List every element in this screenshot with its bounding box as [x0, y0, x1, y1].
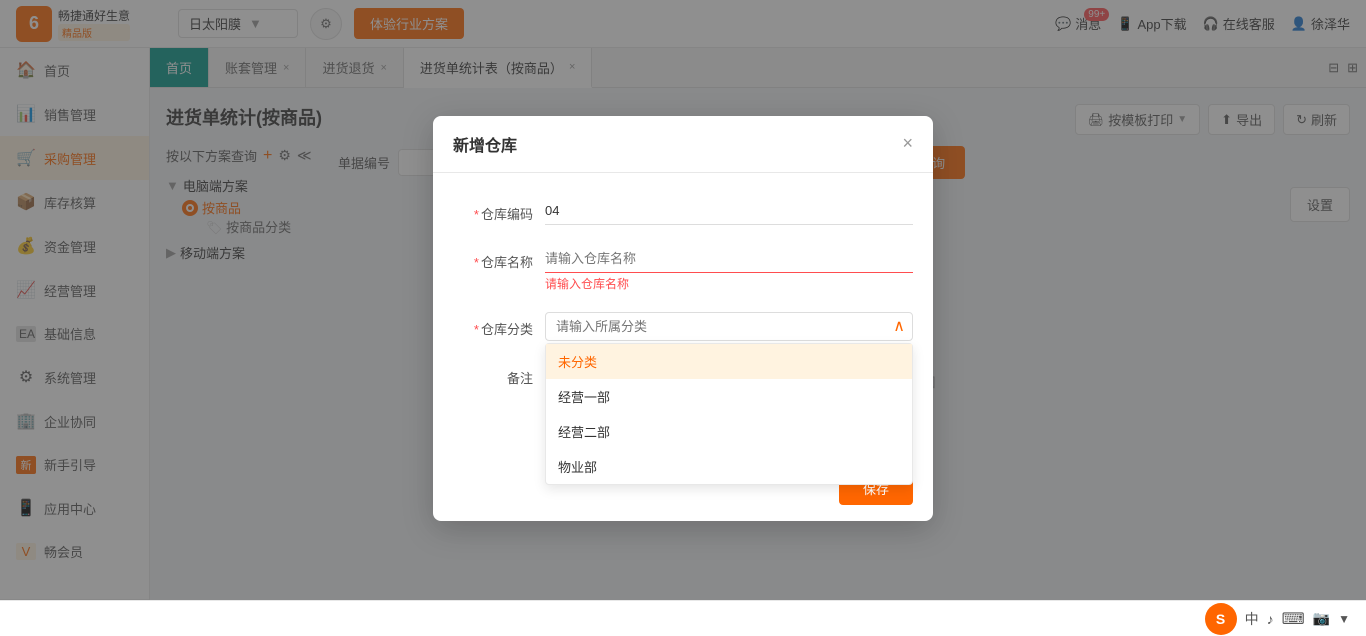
form-row-category: 仓库分类 ∧ 未分类 经营一部 经营二部 物业部	[453, 312, 913, 341]
category-field: ∧ 未分类 经营一部 经营二部 物业部	[545, 312, 913, 341]
note-label: 备注	[453, 361, 533, 387]
category-dropdown: 未分类 经营一部 经营二部 物业部	[545, 343, 913, 485]
bottom-icons: S 中 ♪ ⌨ 📷 ▼	[1205, 603, 1350, 635]
dialog-header: 新增仓库 ×	[433, 116, 933, 173]
category-label: 仓库分类	[453, 312, 533, 338]
category-input[interactable]	[545, 312, 913, 341]
dropdown-item-unclassified[interactable]: 未分类	[546, 344, 912, 379]
camera-icon[interactable]: 📷	[1313, 610, 1330, 627]
bottom-bar: S 中 ♪ ⌨ 📷 ▼	[0, 600, 1366, 636]
dialog-container: 新增仓库 × 仓库编码 仓库名称 请输入仓库名称 仓库分类	[0, 0, 1366, 636]
chinese-input-icon[interactable]: 中	[1245, 609, 1259, 629]
dropdown-item-property[interactable]: 物业部	[546, 449, 912, 484]
name-field: 请输入仓库名称	[545, 245, 913, 292]
new-warehouse-dialog: 新增仓库 × 仓库编码 仓库名称 请输入仓库名称 仓库分类	[433, 116, 933, 521]
code-field	[545, 197, 913, 225]
dialog-title: 新增仓库	[453, 132, 517, 156]
dialog-body: 仓库编码 仓库名称 请输入仓库名称 仓库分类 ∧	[433, 173, 933, 460]
name-error-msg: 请输入仓库名称	[545, 275, 913, 292]
dropdown-item-dept1[interactable]: 经营一部	[546, 379, 912, 414]
form-row-name: 仓库名称 请输入仓库名称	[453, 245, 913, 292]
dropdown-item-dept2[interactable]: 经营二部	[546, 414, 912, 449]
s-logo: S	[1205, 603, 1237, 635]
name-input[interactable]	[545, 245, 913, 273]
music-icon[interactable]: ♪	[1267, 611, 1274, 627]
arrow-down-icon[interactable]: ▼	[1338, 612, 1350, 626]
code-input[interactable]	[545, 197, 913, 225]
code-label: 仓库编码	[453, 197, 533, 223]
dialog-close-button[interactable]: ×	[902, 133, 913, 154]
keyboard-icon[interactable]: ⌨	[1282, 609, 1305, 629]
name-label: 仓库名称	[453, 245, 533, 271]
form-row-code: 仓库编码	[453, 197, 913, 225]
